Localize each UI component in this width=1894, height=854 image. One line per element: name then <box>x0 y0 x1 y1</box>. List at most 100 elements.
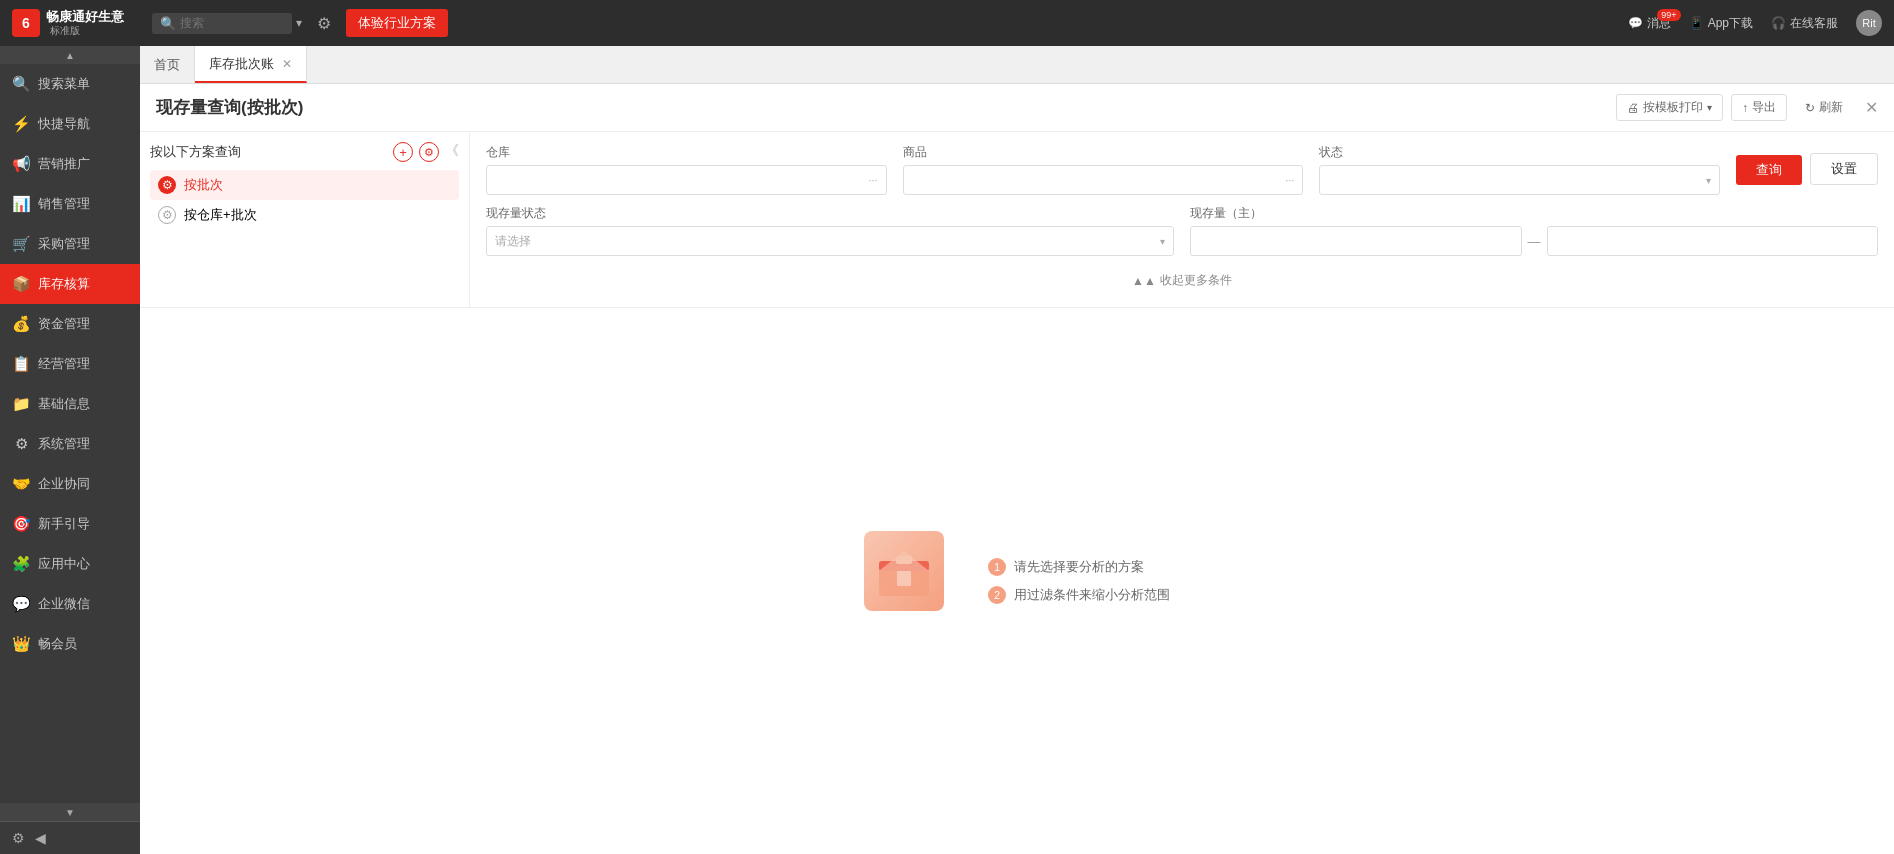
warehouse-dots[interactable]: ··· <box>869 174 878 186</box>
sidebar-bottom: ⚙ ◀ <box>0 821 140 854</box>
empty-hint-1: 1 请先选择要分析的方案 <box>988 558 1170 576</box>
tab-inventory-batch[interactable]: 库存批次账 ✕ <box>195 46 307 83</box>
user-avatar[interactable]: Rit <box>1856 10 1882 36</box>
sidebar-collapse-icon[interactable]: ◀ <box>35 830 46 846</box>
template-print-button[interactable]: 🖨 按模板打印 ▾ <box>1616 94 1723 121</box>
sidebar-item-purchase[interactable]: 🛒 采购管理 <box>0 224 140 264</box>
sidebar-item-wechat[interactable]: 💬 企业微信 <box>0 584 140 624</box>
sidebar-item-system[interactable]: ⚙ 系统管理 <box>0 424 140 464</box>
operations-icon: 📋 <box>12 355 30 373</box>
sidebar-item-label: 快捷导航 <box>38 115 90 133</box>
sidebar-item-membership[interactable]: 👑 畅会员 <box>0 624 140 664</box>
sidebar-item-label: 应用中心 <box>38 555 90 573</box>
sidebar: ▲ 🔍 搜索菜单 ⚡ 快捷导航 📢 营销推广 📊 销售管理 🛒 采购管理 <box>0 46 140 854</box>
content-area: 首页 库存批次账 ✕ 现存量查询(按批次) 🖨 按模板打印 ▾ ↑ <box>140 46 1894 854</box>
filter-plan-header: 按以下方案查询 + ⚙ 《 <box>150 142 459 162</box>
logo-icon: 6 <box>12 9 40 37</box>
tab-home[interactable]: 首页 <box>140 46 195 83</box>
sidebar-items: 🔍 搜索菜单 ⚡ 快捷导航 📢 营销推广 📊 销售管理 🛒 采购管理 📦 <box>0 64 140 803</box>
product-input-box[interactable]: ··· <box>903 165 1304 195</box>
collapse-up-icon: ▲▲ <box>1132 274 1156 288</box>
plan-settings-button[interactable]: ⚙ <box>419 142 439 162</box>
membership-icon: 👑 <box>12 635 30 653</box>
sidebar-settings-icon[interactable]: ⚙ <box>12 830 25 846</box>
inventory-status-select[interactable]: 请选择 ▾ <box>486 226 1174 256</box>
sales-icon: 📊 <box>12 195 30 213</box>
plan-item-batch[interactable]: ⚙ 按批次 <box>150 170 459 200</box>
sidebar-item-marketing[interactable]: 📢 营销推广 <box>0 144 140 184</box>
sidebar-scroll-up[interactable]: ▲ <box>0 46 140 64</box>
marketing-icon: 📢 <box>12 155 30 173</box>
template-print-dropdown-icon[interactable]: ▾ <box>1707 102 1712 113</box>
trial-button[interactable]: 体验行业方案 <box>346 9 448 37</box>
top-bar: 6 畅康通好生意 标准版 🔍 ▾ ⚙ 体验行业方案 💬 消息 99+ 📱 App… <box>0 0 1894 46</box>
filter-action-buttons: 查询 设置 <box>1736 153 1878 187</box>
filter-settings-button[interactable]: 设置 <box>1810 153 1878 185</box>
online-service-button[interactable]: 🎧 在线客服 <box>1771 15 1838 32</box>
sidebar-item-search-menu[interactable]: 🔍 搜索菜单 <box>0 64 140 104</box>
messages-button[interactable]: 💬 消息 99+ <box>1628 15 1671 32</box>
filter-fields-section: 仓库 ··· 商品 ··· <box>470 132 1894 307</box>
tab-close-icon[interactable]: ✕ <box>282 57 292 71</box>
filter-plan-title: 按以下方案查询 <box>150 143 241 161</box>
collapse-conditions-button[interactable]: ▲▲ 收起更多条件 <box>486 266 1878 295</box>
app-download-button[interactable]: 📱 App下载 <box>1689 15 1753 32</box>
refresh-button[interactable]: ↻ 刷新 <box>1795 95 1853 120</box>
inventory-qty-min-input[interactable] <box>1190 226 1522 256</box>
filter-product-field: 商品 ··· <box>903 144 1304 195</box>
top-search-box[interactable]: 🔍 <box>152 13 292 34</box>
inventory-qty-max-input[interactable] <box>1547 226 1879 256</box>
sidebar-scroll-down[interactable]: ▼ <box>0 803 140 821</box>
status-select-box[interactable]: ▾ <box>1319 165 1720 195</box>
sidebar-item-label: 新手引导 <box>38 515 90 533</box>
app-center-icon: 🧩 <box>12 555 30 573</box>
newbie-icon: 🎯 <box>12 515 30 533</box>
main-layout: ▲ 🔍 搜索菜单 ⚡ 快捷导航 📢 营销推广 📊 销售管理 🛒 采购管理 <box>0 46 1894 854</box>
warehouse-input[interactable] <box>495 173 865 187</box>
product-input[interactable] <box>912 173 1282 187</box>
sidebar-item-enterprise[interactable]: 🤝 企业协同 <box>0 464 140 504</box>
plan-collapse-button[interactable]: 《 <box>445 142 459 162</box>
search-dropdown-icon[interactable]: ▾ <box>296 16 302 30</box>
app-logo[interactable]: 6 畅康通好生意 标准版 <box>12 9 124 37</box>
plan-item-warehouse-batch[interactable]: ⚙ 按仓库+批次 <box>150 200 459 230</box>
purchase-icon: 🛒 <box>12 235 30 253</box>
export-button[interactable]: ↑ 导出 <box>1731 94 1787 121</box>
page-container: 现存量查询(按批次) 🖨 按模板打印 ▾ ↑ 导出 ↻ 刷新 <box>140 84 1894 854</box>
warehouse-input-box[interactable]: ··· <box>486 165 887 195</box>
inventory-icon: 📦 <box>12 275 30 293</box>
sidebar-item-sales[interactable]: 📊 销售管理 <box>0 184 140 224</box>
empty-hints: 1 请先选择要分析的方案 2 用过滤条件来缩小分析范围 <box>988 558 1170 604</box>
sidebar-item-quick-nav[interactable]: ⚡ 快捷导航 <box>0 104 140 144</box>
svg-rect-4 <box>897 571 911 586</box>
sidebar-item-app-center[interactable]: 🧩 应用中心 <box>0 544 140 584</box>
sidebar-item-label: 企业协同 <box>38 475 90 493</box>
refresh-icon: ↻ <box>1805 101 1815 115</box>
tab-bar: 首页 库存批次账 ✕ <box>140 46 1894 84</box>
edition-label: 标准版 <box>50 25 124 37</box>
sidebar-item-operations[interactable]: 📋 经营管理 <box>0 344 140 384</box>
page-close-button[interactable]: ✕ <box>1865 98 1878 117</box>
enterprise-icon: 🤝 <box>12 475 30 493</box>
sidebar-item-label: 销售管理 <box>38 195 90 213</box>
empty-icon-container <box>864 531 964 631</box>
settings-icon[interactable]: ⚙ <box>310 9 338 37</box>
range-dash: — <box>1528 234 1541 249</box>
product-dots[interactable]: ··· <box>1285 174 1294 186</box>
hint-text-2: 用过滤条件来缩小分析范围 <box>1014 586 1170 604</box>
sidebar-item-newbie[interactable]: 🎯 新手引导 <box>0 504 140 544</box>
page-header: 现存量查询(按批次) 🖨 按模板打印 ▾ ↑ 导出 ↻ 刷新 <box>140 84 1894 132</box>
filter-row-2: 现存量状态 请选择 ▾ 现存量（主） — <box>486 205 1878 256</box>
sidebar-item-inventory[interactable]: 📦 库存核算 <box>0 264 140 304</box>
phone-icon: 📱 <box>1689 16 1704 30</box>
add-plan-button[interactable]: + <box>393 142 413 162</box>
search-input[interactable] <box>180 16 284 30</box>
sidebar-item-label: 搜索菜单 <box>38 75 90 93</box>
query-button[interactable]: 查询 <box>1736 155 1802 185</box>
sidebar-item-finance[interactable]: 💰 资金管理 <box>0 304 140 344</box>
sidebar-item-basic[interactable]: 📁 基础信息 <box>0 384 140 424</box>
company-name: 畅康通好生意 <box>46 9 124 25</box>
wechat-icon: 💬 <box>12 595 30 613</box>
hint-text-1: 请先选择要分析的方案 <box>1014 558 1144 576</box>
sidebar-item-label: 采购管理 <box>38 235 90 253</box>
